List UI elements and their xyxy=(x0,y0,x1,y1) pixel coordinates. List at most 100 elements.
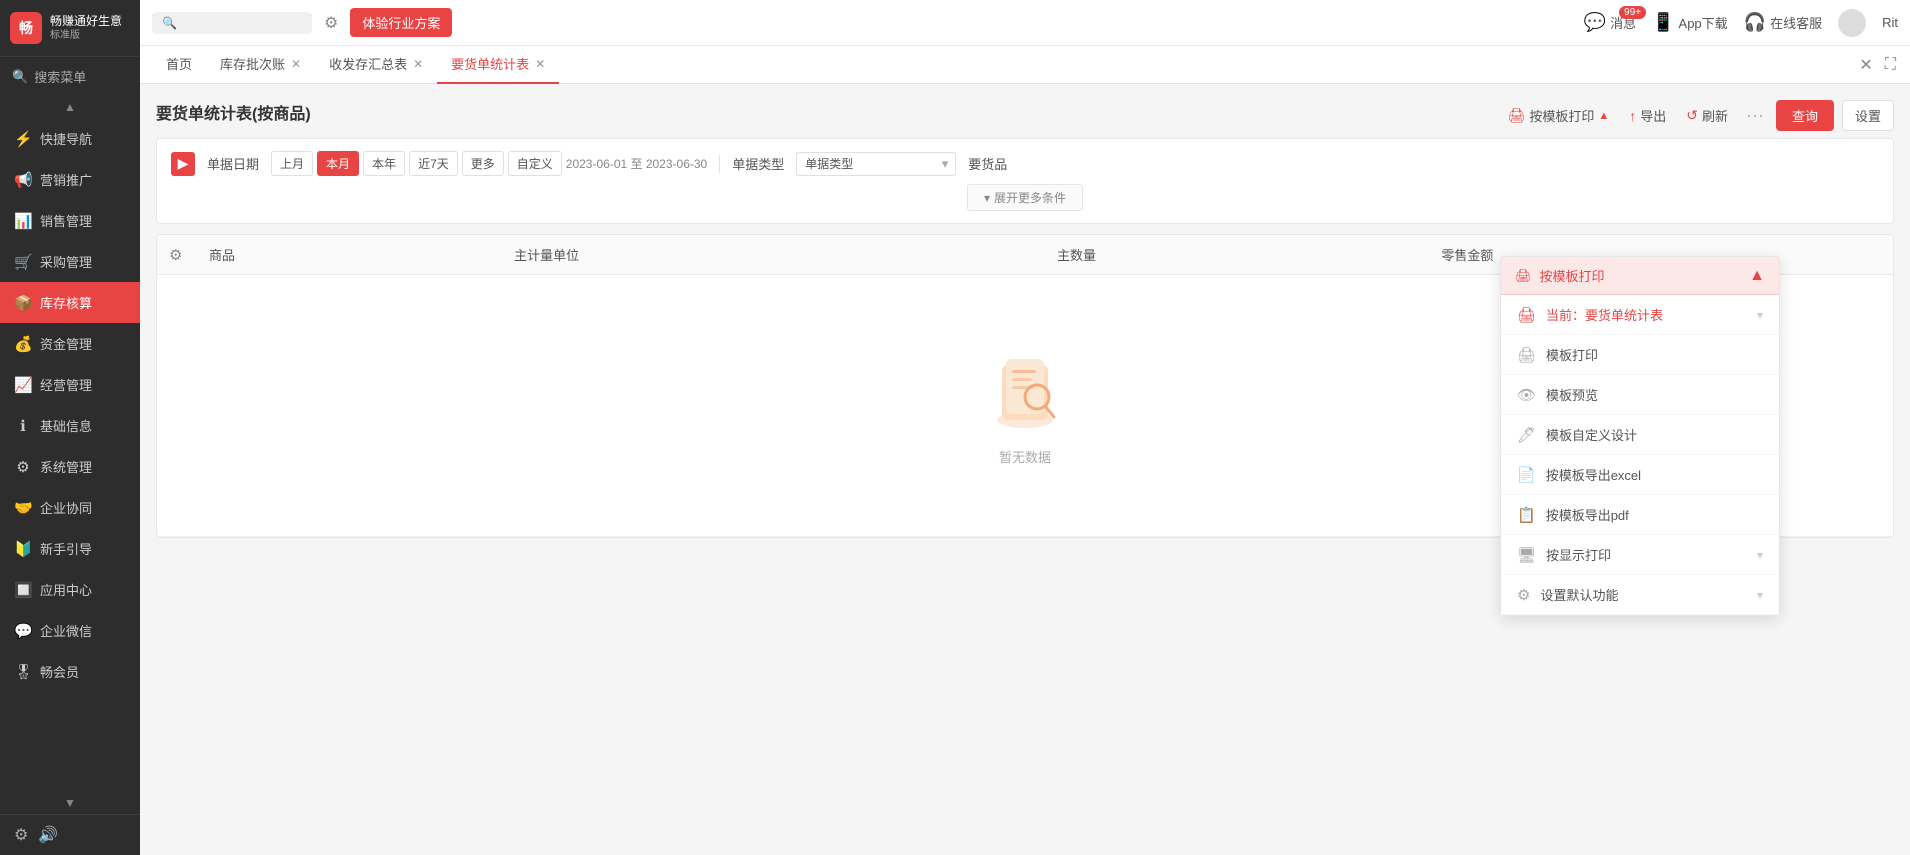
more-actions[interactable]: ··· xyxy=(1742,105,1768,126)
sidebar-item-wechat[interactable]: 💬 企业微信 xyxy=(0,610,140,651)
finance-icon: 💰 xyxy=(14,335,32,353)
table-col-settings-icon[interactable]: ⚙ xyxy=(169,247,182,264)
current-year-btn[interactable]: 本年 xyxy=(363,151,405,176)
print-dropdown-item-preview[interactable]: 👁 模板预览 xyxy=(1501,375,1779,415)
refresh-icon: ↺ xyxy=(1686,107,1698,124)
current-print-icon: 🖨 xyxy=(1517,306,1536,324)
sidebar-bottom: ⚙ 🔊 xyxy=(0,814,140,855)
tabs-expand-btn[interactable]: ⛶ xyxy=(1883,54,1898,76)
date-range: 2023-06-01 至 2023-06-30 xyxy=(566,155,707,172)
expand-conditions-btn[interactable]: ▾ 展开更多条件 xyxy=(967,184,1083,211)
sidebar-item-guide[interactable]: 🔰 新手引导 xyxy=(0,528,140,569)
col-unit: 主计量单位 xyxy=(502,235,1045,275)
print-arrow-icon: ▲ xyxy=(1598,110,1609,122)
preview-icon: 👁 xyxy=(1517,386,1536,404)
empty-text: 暂无数据 xyxy=(999,447,1051,466)
query-button[interactable]: 查询 xyxy=(1776,100,1834,131)
export-button[interactable]: ↑ 导出 xyxy=(1623,102,1672,129)
basics-icon: ℹ xyxy=(14,417,32,435)
page-content: 要货单统计表(按商品) 🖨 按模板打印 ▲ ↑ 导出 ↺ 刷新 ··· 查询 设… xyxy=(140,84,1910,855)
messages-badge: 99+ xyxy=(1619,6,1646,19)
filter-expand-icon[interactable]: ▶ xyxy=(171,152,195,176)
print-dropdown-item-export-pdf[interactable]: 📋 按模板导出pdf xyxy=(1501,495,1779,535)
sidebar-item-system[interactable]: ⚙ 系统管理 xyxy=(0,446,140,487)
print-dropdown-current[interactable]: 🖨 当前：要货单统计表 ▾ xyxy=(1501,295,1779,335)
display-print-icon: 🖥 xyxy=(1517,546,1536,564)
tab-batch-close[interactable]: ✕ xyxy=(291,57,301,71)
topbar-gear-icon[interactable]: ⚙ xyxy=(324,13,338,33)
trial-button[interactable]: 体验行业方案 xyxy=(350,8,452,37)
tab-home[interactable]: 首页 xyxy=(152,46,206,84)
date-filter-btns: 上月 本月 本年 近7天 更多 自定义 2023-06-01 至 2023-06… xyxy=(271,151,707,176)
pdf-icon: 📋 xyxy=(1517,506,1536,524)
sidebar-item-sales[interactable]: 📊 销售管理 xyxy=(0,200,140,241)
default-func-icon: ⚙ xyxy=(1517,586,1530,604)
topbar-search-icon: 🔍 xyxy=(162,16,177,30)
tab-collect-close[interactable]: ✕ xyxy=(413,57,423,71)
current-month-btn[interactable]: 本月 xyxy=(317,151,359,176)
avatar[interactable] xyxy=(1838,9,1866,37)
headset-icon: 🎧 xyxy=(1744,12,1766,33)
shortcut-icon: ⚡ xyxy=(14,130,32,148)
filter-divider xyxy=(719,155,720,173)
sidebar-item-collab[interactable]: 🤝 企业协同 xyxy=(0,487,140,528)
online-service-button[interactable]: 🎧 在线客服 xyxy=(1744,12,1822,33)
display-print-arrow: ▾ xyxy=(1757,548,1763,562)
refresh-button[interactable]: ↺ 刷新 xyxy=(1680,102,1734,129)
mobile-icon: 📱 xyxy=(1652,12,1674,33)
purchase-icon: 🛒 xyxy=(14,253,32,271)
sidebar-item-apps[interactable]: 🔲 应用中心 xyxy=(0,569,140,610)
col-goods: 商品 xyxy=(197,235,502,275)
print-dropdown-item-template-print[interactable]: 🖨 模板打印 xyxy=(1501,335,1779,375)
sidebar-item-basics[interactable]: ℹ 基础信息 xyxy=(0,405,140,446)
tabs-close-btn[interactable]: ✕ xyxy=(1857,53,1874,77)
sidebar: 畅 畅赚通好生意 标准版 🔍 搜索菜单 ▲ ⚡ 快捷导航 📢 营销推广 📊 销售… xyxy=(0,0,140,855)
system-icon: ⚙ xyxy=(14,458,32,476)
tab-batch[interactable]: 库存批次账 ✕ xyxy=(206,46,315,84)
sidebar-item-operations[interactable]: 📈 经营管理 xyxy=(0,364,140,405)
print-dropdown-item-export-excel[interactable]: 📄 按模板导出excel xyxy=(1501,455,1779,495)
tabs-extra: ✕ ⛶ xyxy=(1857,53,1898,77)
page-actions: 🖨 按模板打印 ▲ ↑ 导出 ↺ 刷新 ··· 查询 设置 xyxy=(1502,100,1894,131)
sidebar-item-marketing[interactable]: 📢 营销推广 xyxy=(0,159,140,200)
tab-order-stat-close[interactable]: ✕ xyxy=(535,57,545,71)
print-dropdown-item-default[interactable]: ⚙ 设置默认功能 ▾ xyxy=(1501,575,1779,615)
doc-type-select[interactable]: 单据类型 xyxy=(796,152,956,176)
member-icon: 🎖 xyxy=(14,663,32,681)
prev-month-btn[interactable]: 上月 xyxy=(271,151,313,176)
more-btn[interactable]: 更多 xyxy=(462,151,504,176)
print-dropdown-close-btn[interactable]: ▲ xyxy=(1749,267,1765,285)
app-download-button[interactable]: 📱 App下载 xyxy=(1652,12,1728,33)
template-print-icon: 🖨 xyxy=(1517,346,1536,364)
sidebar-search[interactable]: 🔍 搜索菜单 xyxy=(0,57,140,96)
topbar-search[interactable]: 🔍 xyxy=(152,12,312,34)
sidebar-scroll-up[interactable]: ▲ xyxy=(0,96,140,118)
filter-row: ▶ 单据日期 上月 本月 本年 近7天 更多 自定义 2023-06-01 至 … xyxy=(171,151,1879,176)
messages-button[interactable]: 💬 消息 99+ xyxy=(1584,12,1636,33)
settings-button[interactable]: 设置 xyxy=(1842,100,1894,131)
settings-bottom-icon[interactable]: ⚙ xyxy=(14,825,28,845)
last7-btn[interactable]: 近7天 xyxy=(409,151,458,176)
print-button[interactable]: 🖨 按模板打印 ▲ xyxy=(1502,102,1616,129)
apps-icon: 🔲 xyxy=(14,581,32,599)
print-dropdown-item-design[interactable]: 🖊 模板自定义设计 xyxy=(1501,415,1779,455)
sidebar-item-member[interactable]: 🎖 畅会员 xyxy=(0,651,140,692)
tab-collect[interactable]: 收发存汇总表 ✕ xyxy=(315,46,437,84)
sidebar-scroll-down[interactable]: ▼ xyxy=(0,792,140,814)
sidebar-item-purchase[interactable]: 🛒 采购管理 xyxy=(0,241,140,282)
filter-bar: ▶ 单据日期 上月 本月 本年 近7天 更多 自定义 2023-06-01 至 … xyxy=(156,138,1894,224)
default-func-arrow: ▾ xyxy=(1757,588,1763,602)
wechat-icon: 💬 xyxy=(14,622,32,640)
print-dropdown-item-display-print[interactable]: 🖥 按显示打印 ▾ xyxy=(1501,535,1779,575)
sales-icon: 📊 xyxy=(14,212,32,230)
design-icon: 🖊 xyxy=(1517,426,1536,444)
sound-icon[interactable]: 🔊 xyxy=(38,825,58,845)
excel-icon: 📄 xyxy=(1517,466,1536,484)
col-qty: 主数量 xyxy=(1045,235,1429,275)
sidebar-item-inventory[interactable]: 📦 库存核算 xyxy=(0,282,140,323)
search-icon: 🔍 xyxy=(12,69,28,85)
sidebar-item-shortcut[interactable]: ⚡ 快捷导航 xyxy=(0,118,140,159)
sidebar-item-finance[interactable]: 💰 资金管理 xyxy=(0,323,140,364)
custom-btn[interactable]: 自定义 xyxy=(508,151,562,176)
tab-order-stat[interactable]: 要货单统计表 ✕ xyxy=(437,46,559,84)
